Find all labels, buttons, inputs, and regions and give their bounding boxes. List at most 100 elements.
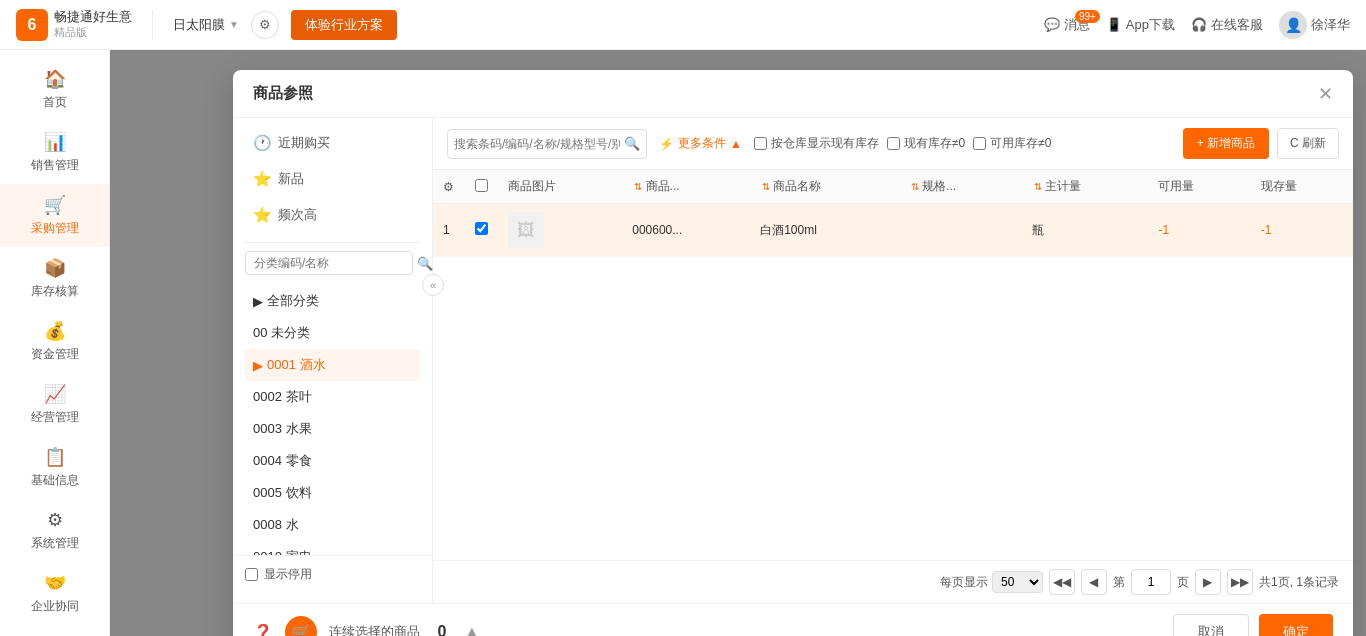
- sidebar-item-home[interactable]: 🏠 首页: [0, 58, 109, 121]
- check-current-stock[interactable]: 现有库存≠0: [887, 135, 965, 152]
- star-icon: ⭐: [253, 170, 272, 188]
- app-download-button[interactable]: 📱 App下载: [1106, 16, 1175, 34]
- col-checkbox[interactable]: [465, 170, 498, 204]
- frequency-icon: ⭐: [253, 206, 272, 224]
- col-name-label: 商品名称: [773, 179, 821, 193]
- branch-selector[interactable]: 日太阳膜 ▼: [173, 16, 239, 34]
- sidebar-item-enterprise[interactable]: 🤝 企业协同: [0, 562, 109, 625]
- sidebar-item-inventory[interactable]: 📦 库存核算: [0, 247, 109, 310]
- modal-body: 🕐 近期购买 ⭐ 新品 ⭐ 频次高: [233, 118, 1353, 603]
- show-disabled-checkbox[interactable]: 显示停用: [245, 566, 420, 583]
- col-spec-label: 规格...: [922, 179, 956, 193]
- sidebar-item-operation[interactable]: 📈 经营管理: [0, 373, 109, 436]
- collapse-button[interactable]: «: [422, 274, 444, 296]
- category-search: 🔍: [233, 247, 432, 279]
- category-0002[interactable]: 0002 茶叶: [245, 381, 420, 413]
- cell-seq: 1: [433, 204, 465, 257]
- left-nav: 🕐 近期购买 ⭐ 新品 ⭐ 频次高: [233, 128, 432, 238]
- sidebar-item-basic[interactable]: 📋 基础信息: [0, 436, 109, 499]
- category-0003[interactable]: 0003 水果: [245, 413, 420, 445]
- col-name-header[interactable]: ⇅ 商品名称: [750, 170, 899, 204]
- sidebar-operation-label: 经营管理: [31, 409, 79, 426]
- sort-icon-code: ⇅: [634, 181, 642, 192]
- col-code-header[interactable]: ⇅ 商品...: [622, 170, 750, 204]
- check-warehouse-stock[interactable]: 按仓库显示现有库存: [754, 135, 879, 152]
- left-nav-recent[interactable]: 🕐 近期购买: [245, 128, 420, 158]
- first-page-button[interactable]: ◀◀: [1049, 569, 1075, 595]
- col-available-header[interactable]: 可用量: [1148, 170, 1250, 204]
- cell-unit: 瓶: [1022, 204, 1149, 257]
- system-icon: ⚙: [47, 509, 63, 531]
- col-settings[interactable]: ⚙: [433, 170, 465, 204]
- page-number-input[interactable]: [1131, 569, 1171, 595]
- message-button[interactable]: 💬 消息 99+: [1044, 16, 1090, 34]
- search-icon[interactable]: 🔍: [624, 136, 640, 151]
- left-panel: 🕐 近期购买 ⭐ 新品 ⭐ 频次高: [233, 118, 433, 603]
- sidebar-system-label: 系统管理: [31, 535, 79, 552]
- check-warehouse-label: 按仓库显示现有库存: [771, 135, 879, 152]
- sidebar-item-system[interactable]: ⚙ 系统管理: [0, 499, 109, 562]
- modal-close-button[interactable]: ✕: [1318, 85, 1333, 103]
- branch-name: 日太阳膜: [173, 16, 225, 34]
- sidebar-inventory-label: 库存核算: [31, 283, 79, 300]
- cancel-button[interactable]: 取消: [1173, 614, 1249, 636]
- per-page-dropdown[interactable]: 50 10 20 100: [992, 571, 1043, 593]
- table-row[interactable]: 1 🖼 000600... 白酒100ml 瓶 -1: [433, 204, 1353, 257]
- confirm-button[interactable]: 确定: [1259, 614, 1333, 636]
- sidebar-item-finance[interactable]: 💰 资金管理: [0, 310, 109, 373]
- category-0008[interactable]: 0008 水: [245, 509, 420, 541]
- category-search-icon[interactable]: 🔍: [417, 256, 433, 271]
- sidebar-item-guide[interactable]: 🎯 新手引导: [0, 625, 109, 636]
- category-all[interactable]: ▶ 全部分类: [245, 285, 420, 317]
- col-unit-header[interactable]: ⇅ 主计量: [1022, 170, 1149, 204]
- check-available-stock[interactable]: 可用库存≠0: [973, 135, 1051, 152]
- online-service-button[interactable]: 🎧 在线客服: [1191, 16, 1263, 34]
- refresh-button[interactable]: C 刷新: [1277, 128, 1339, 159]
- sort-icon-unit: ⇅: [1034, 181, 1042, 192]
- more-filter-button[interactable]: ⚡ 更多条件 ▲: [655, 135, 746, 152]
- sidebar-enterprise-label: 企业协同: [31, 598, 79, 615]
- category-00[interactable]: 00 未分类: [245, 317, 420, 349]
- category-0004[interactable]: 0004 零食: [245, 445, 420, 477]
- prev-page-button[interactable]: ◀: [1081, 569, 1107, 595]
- select-all-checkbox[interactable]: [475, 179, 488, 192]
- user-info[interactable]: 👤 徐泽华: [1279, 11, 1350, 39]
- cat0005-label: 0005 饮料: [253, 484, 312, 502]
- show-disabled-input[interactable]: [245, 568, 258, 581]
- help-icon[interactable]: ❓: [253, 623, 273, 637]
- cell-code: 000600...: [622, 204, 750, 257]
- settings-icon[interactable]: ⚙: [251, 11, 279, 39]
- check-warehouse-input[interactable]: [754, 137, 767, 150]
- category-0010[interactable]: 0010 家电: [245, 541, 420, 555]
- cat0004-label: 0004 零食: [253, 452, 312, 470]
- sidebar: 🏠 首页 📊 销售管理 🛒 采购管理 📦 库存核算 💰 资金管理 📈 经营管理 …: [0, 50, 110, 636]
- cell-checkbox[interactable]: [465, 204, 498, 257]
- check-available-input[interactable]: [973, 137, 986, 150]
- finance-icon: 💰: [44, 320, 66, 342]
- row-checkbox[interactable]: [475, 222, 488, 235]
- left-nav-frequent[interactable]: ⭐ 频次高: [245, 200, 420, 230]
- product-search-input[interactable]: [454, 137, 620, 151]
- col-spec-header[interactable]: ⇅ 规格...: [899, 170, 1022, 204]
- sidebar-sales-label: 销售管理: [31, 157, 79, 174]
- check-current-input[interactable]: [887, 137, 900, 150]
- next-page-button[interactable]: ▶: [1195, 569, 1221, 595]
- modal-title: 商品参照: [253, 84, 313, 103]
- app-download-label: App下载: [1126, 16, 1175, 34]
- category-0005[interactable]: 0005 饮料: [245, 477, 420, 509]
- col-stock-header[interactable]: 现存量: [1251, 170, 1353, 204]
- category-search-input[interactable]: [245, 251, 413, 275]
- col-available-label: 可用量: [1158, 179, 1194, 193]
- last-page-button[interactable]: ▶▶: [1227, 569, 1253, 595]
- sidebar-item-purchase[interactable]: 🛒 采购管理: [0, 184, 109, 247]
- per-page-label: 每页显示: [940, 574, 988, 591]
- trial-button[interactable]: 体验行业方案: [291, 10, 397, 40]
- sidebar-item-sales[interactable]: 📊 销售管理: [0, 121, 109, 184]
- selected-products-label: 连续选择的商品: [329, 623, 420, 636]
- category-0001[interactable]: ▶ 0001 酒水: [245, 349, 420, 381]
- logo-icon: 6: [16, 9, 48, 41]
- add-product-button[interactable]: + 新增商品: [1183, 128, 1269, 159]
- left-nav-new[interactable]: ⭐ 新品: [245, 164, 420, 194]
- cell-name: 白酒100ml: [750, 204, 899, 257]
- footer-collapse-icon[interactable]: ▲: [464, 623, 480, 636]
